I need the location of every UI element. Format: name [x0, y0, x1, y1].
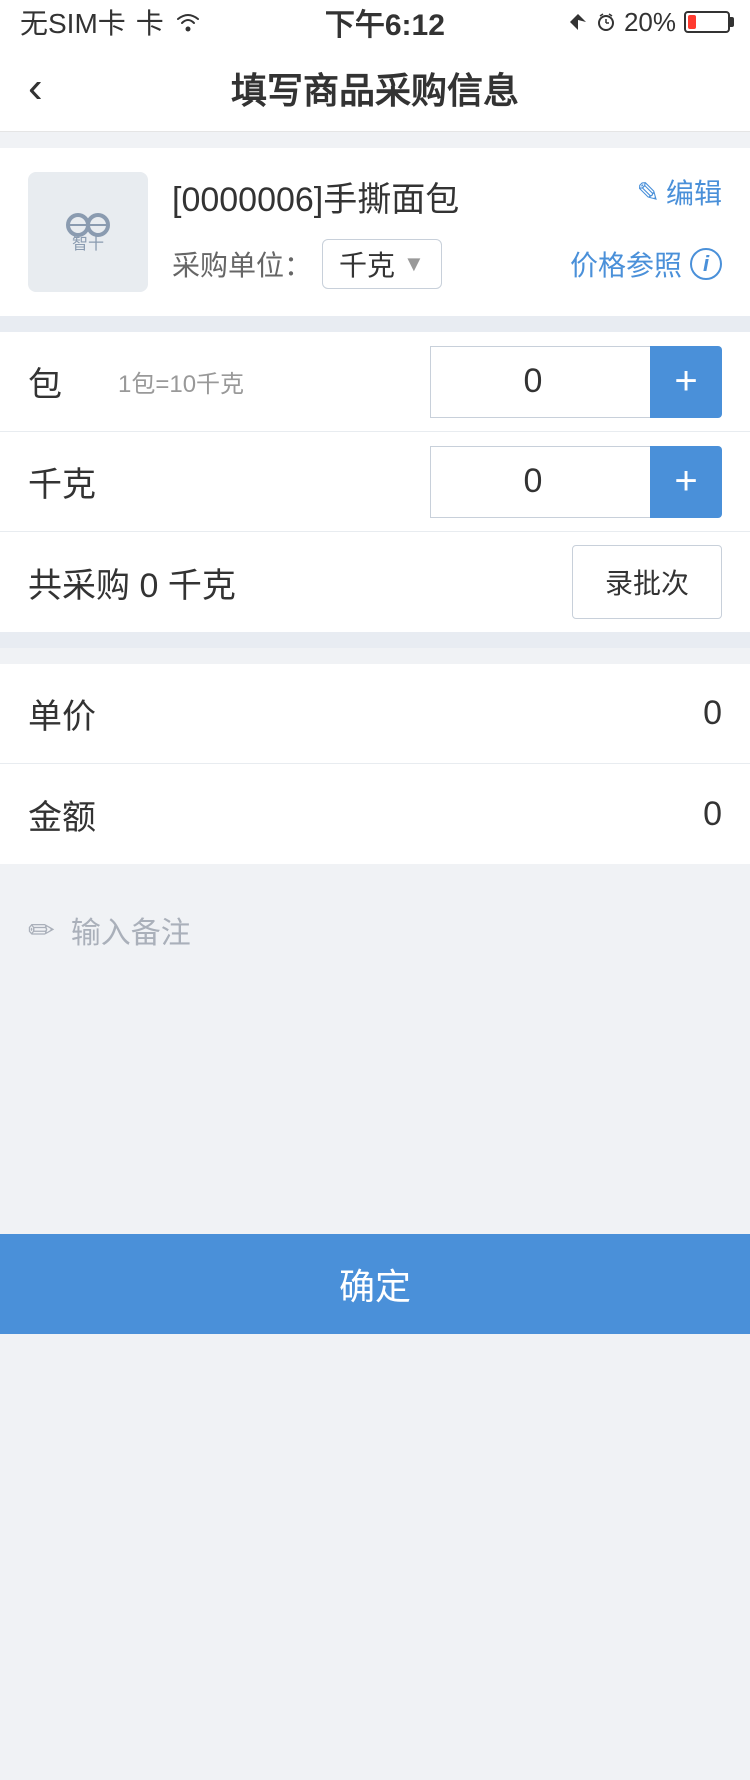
summary-section: 共采购 0 千克 录批次: [0, 532, 750, 632]
location-icon: [568, 12, 588, 32]
status-time: 下午6:12: [325, 0, 445, 44]
bag-sub-label: 1包=10千克: [118, 364, 430, 399]
battery-fill: [688, 15, 696, 29]
unit-price-value: 0: [703, 694, 722, 733]
unit-dropdown-arrow-icon: ▼: [403, 251, 425, 277]
product-card: 智十 [0000006]手撕面包 ✎ 编辑 采购单位： 千克 ▼ 价格参照: [0, 148, 750, 316]
kg-input-wrap: +: [430, 446, 722, 518]
content-body: [0, 980, 750, 1780]
price-ref-button[interactable]: 价格参照 i: [570, 244, 722, 284]
unit-value: 千克: [339, 244, 395, 284]
battery-icon: [684, 11, 730, 33]
svg-text:智十: 智十: [72, 235, 104, 253]
kg-quantity-input[interactable]: [430, 446, 650, 518]
note-placeholder-text: 输入备注: [71, 908, 191, 952]
battery-percent: 20%: [624, 7, 676, 38]
status-bar: 无SIM卡 卡 下午6:12 20%: [0, 0, 750, 44]
product-image: 智十: [28, 172, 148, 292]
edit-label: 编辑: [666, 172, 722, 212]
batch-button[interactable]: 录批次: [572, 545, 722, 619]
unit-label: 采购单位：: [172, 244, 312, 284]
amount-label: 金额: [28, 790, 96, 839]
product-top-row: [0000006]手撕面包 ✎ 编辑: [172, 172, 722, 221]
product-info: [0000006]手撕面包 ✎ 编辑 采购单位： 千克 ▼ 价格参照 i: [172, 172, 722, 289]
price-ref-info-icon: i: [690, 248, 722, 280]
status-left: 无SIM卡 卡: [20, 2, 202, 42]
kg-label: 千克: [28, 457, 108, 506]
confirm-button-label: 确定: [339, 1258, 411, 1310]
bag-input-row: 包 1包=10千克 +: [0, 332, 750, 432]
note-section[interactable]: ✏ 输入备注: [0, 880, 750, 980]
edit-button[interactable]: ✎ 编辑: [637, 172, 722, 212]
summary-unit: 千克: [168, 567, 236, 605]
section-divider-2: [0, 632, 750, 648]
sim-icon: 卡: [136, 2, 164, 42]
product-unit-row: 采购单位： 千克 ▼ 价格参照 i: [172, 239, 722, 289]
summary-quantity: 0: [139, 567, 158, 605]
wifi-icon: [174, 12, 202, 32]
nav-bar: ‹ 填写商品采购信息: [0, 44, 750, 132]
kg-plus-button[interactable]: +: [650, 446, 722, 518]
section-divider-1: [0, 316, 750, 332]
status-right: 20%: [568, 7, 730, 38]
bag-quantity-input[interactable]: [430, 346, 650, 418]
unit-selector[interactable]: 千克 ▼: [322, 239, 442, 289]
summary-prefix: 共采购: [28, 567, 130, 605]
bag-input-wrap: +: [430, 346, 722, 418]
amount-row: 金额 0: [0, 764, 750, 864]
product-logo-icon: 智十: [48, 187, 128, 277]
note-pencil-icon: ✏: [28, 911, 55, 949]
product-name: [0000006]手撕面包: [172, 172, 459, 221]
price-section: 单价 0 金额 0: [0, 664, 750, 864]
confirm-button[interactable]: 确定: [0, 1234, 750, 1334]
amount-value: 0: [703, 795, 722, 834]
back-button[interactable]: ‹: [28, 66, 43, 110]
page-title: 填写商品采购信息: [231, 62, 519, 114]
price-ref-label: 价格参照: [570, 244, 682, 284]
bag-label: 包: [28, 357, 108, 406]
alarm-icon: [596, 12, 616, 32]
unit-price-label: 单价: [28, 689, 96, 738]
kg-input-row: 千克 +: [0, 432, 750, 532]
input-section: 包 1包=10千克 + 千克 +: [0, 332, 750, 532]
bag-plus-button[interactable]: +: [650, 346, 722, 418]
carrier-text: 无SIM卡: [20, 2, 126, 42]
summary-text: 共采购 0 千克: [28, 558, 236, 607]
edit-icon: ✎: [637, 176, 660, 209]
unit-price-row: 单价 0: [0, 664, 750, 764]
